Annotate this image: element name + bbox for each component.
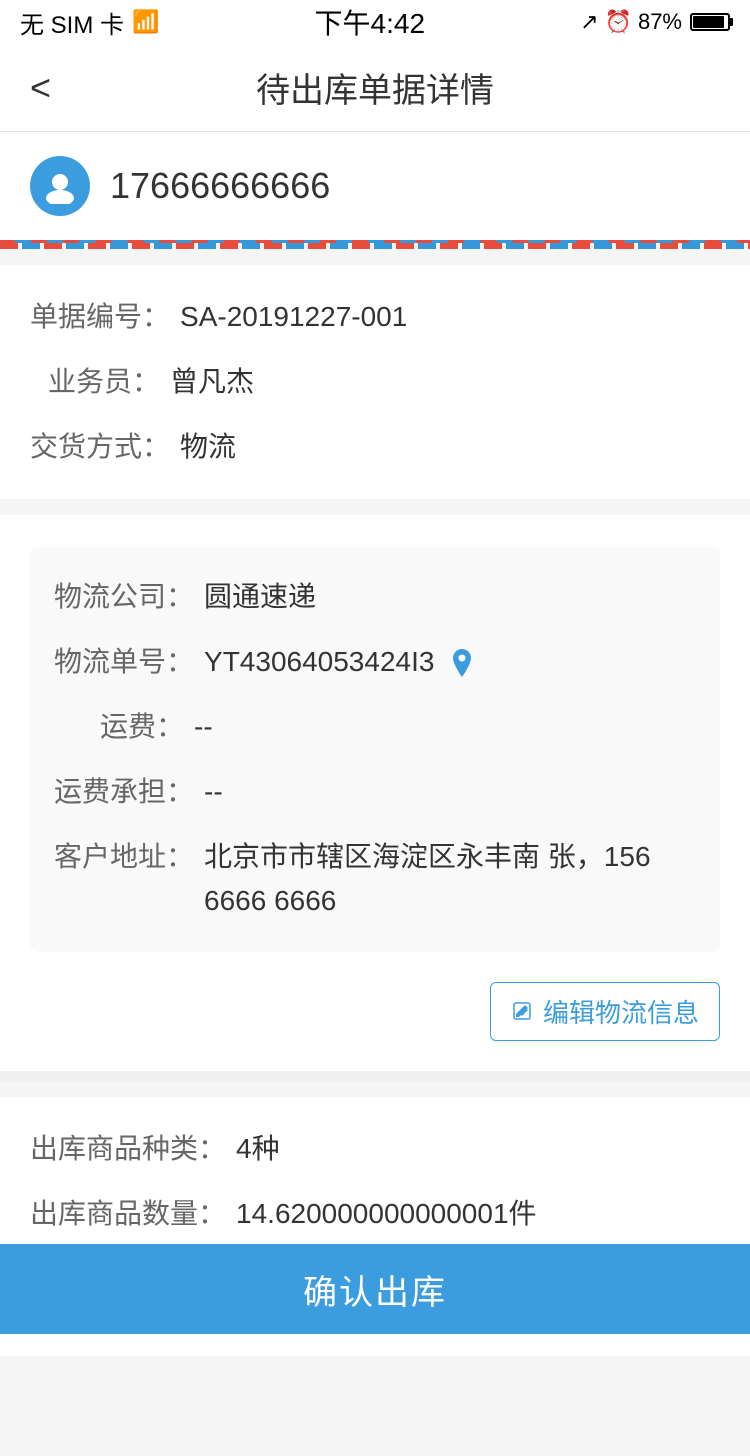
sales-person-row: 业务员： 曾凡杰 [30,360,720,405]
battery-percentage: 87% [638,9,682,35]
logistics-company-label: 物流公司： [54,575,204,620]
page-title: 待出库单据详情 [256,63,494,112]
types-label: 出库商品种类： [30,1127,236,1172]
tracking-number: YT43064053424I3 [204,640,434,685]
quantity-label: 出库商品数量： [30,1192,236,1237]
address-label: 客户地址： [54,835,204,880]
document-number-row: 单据编号： SA-20191227-001 [30,295,720,340]
navigation-bar: < 待出库单据详情 [0,44,750,132]
edit-logistics-button[interactable]: 编辑物流信息 [490,982,720,1041]
edit-icon [511,1000,535,1024]
confirm-outbound-label: 确认出库 [303,1265,447,1314]
logistics-section: 物流公司： 圆通速递 物流单号： YT43064053424I3 运费： -- … [0,515,750,1071]
edit-logistics-label: 编辑物流信息 [543,993,699,1030]
status-left: 无 SIM 卡 📶 [20,5,159,40]
carrier-text: 无 SIM 卡 [20,5,124,40]
tracking-row: 物流单号： YT43064053424I3 [54,640,696,685]
back-button[interactable]: < [20,57,61,119]
types-value: 4种 [236,1127,720,1172]
quantity-row: 出库商品数量： 14.620000000000001件 [30,1192,720,1237]
address-row: 客户地址： 北京市市辖区海淀区永丰南 张，156 6666 6666 [54,835,696,925]
tracking-label: 物流单号： [54,640,204,685]
battery-icon [690,13,730,31]
freight-bearer-value: -- [204,770,696,815]
freight-value: -- [194,705,696,750]
logistics-card: 物流公司： 圆通速递 物流单号： YT43064053424I3 运费： -- … [30,547,720,952]
delivery-method-row: 交货方式： 物流 [30,425,720,470]
basic-info-section: 单据编号： SA-20191227-001 业务员： 曾凡杰 交货方式： 物流 [0,265,750,499]
separator [0,1071,750,1081]
document-number-label: 单据编号： [30,295,180,340]
user-phone: 17666666666 [110,165,330,207]
delivery-method-label: 交货方式： [30,425,180,470]
logistics-company-value: 圆通速递 [204,575,696,620]
dashed-divider [0,243,750,249]
freight-bearer-row: 运费承担： -- [54,770,696,815]
alarm-icon: ⏰ [605,9,632,35]
tracking-value: YT43064053424I3 [204,640,696,685]
sales-person-label: 业务员： [30,360,170,405]
status-right: ↗ ⏰ 87% [580,9,730,35]
location-icon [446,647,478,679]
freight-label: 运费： [54,705,194,750]
user-header: 17666666666 [0,132,750,243]
time-display: 下午4:42 [315,2,426,42]
edit-btn-row: 编辑物流信息 [30,972,720,1041]
document-number-value: SA-20191227-001 [180,295,720,340]
location-icon: ↗ [580,9,598,35]
freight-bearer-label: 运费承担： [54,770,204,815]
delivery-method-value: 物流 [180,425,720,470]
address-value: 北京市市辖区海淀区永丰南 张，156 6666 6666 [204,835,696,925]
avatar [30,156,90,216]
sales-person-value: 曾凡杰 [170,360,720,405]
wifi-icon: 📶 [132,9,159,35]
logistics-company-row: 物流公司： 圆通速递 [54,575,696,620]
freight-row: 运费： -- [54,705,696,750]
quantity-value: 14.620000000000001件 [236,1192,720,1237]
confirm-outbound-button[interactable]: 确认出库 [0,1244,750,1334]
types-row: 出库商品种类： 4种 [30,1127,720,1172]
status-bar: 无 SIM 卡 📶 下午4:42 ↗ ⏰ 87% [0,0,750,44]
